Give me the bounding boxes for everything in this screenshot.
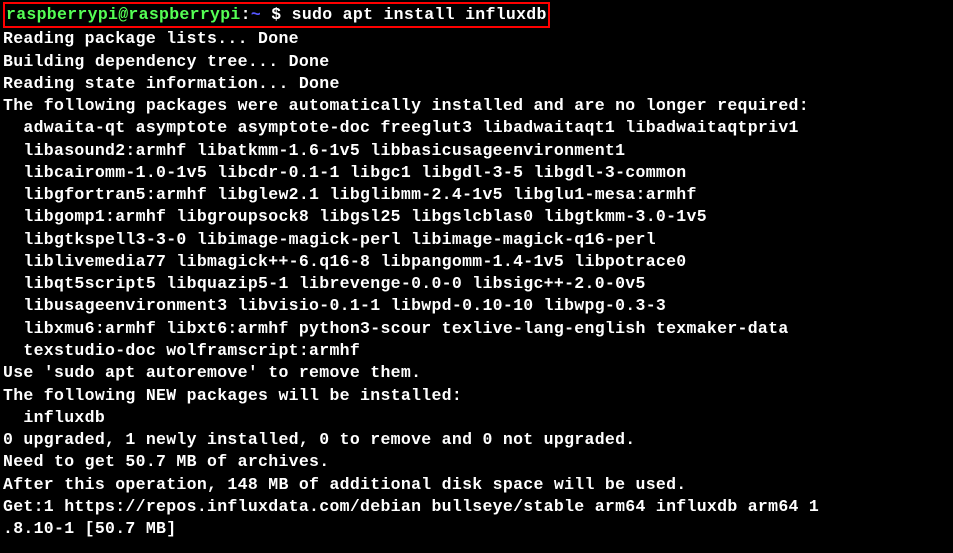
prompt-user-host: raspberrypi@raspberrypi xyxy=(6,5,241,24)
output-line: influxdb xyxy=(3,407,950,429)
output-line: libgtkspell3-3-0 libimage-magick-perl li… xyxy=(3,229,950,251)
output-line: libusageenvironment3 libvisio-0.1-1 libw… xyxy=(3,295,950,317)
output-line: libxmu6:armhf libxt6:armhf python3-scour… xyxy=(3,318,950,340)
output-line: libcairomm-1.0-1v5 libcdr-0.1-1 libgc1 l… xyxy=(3,162,950,184)
output-line: Get:1 https://repos.influxdata.com/debia… xyxy=(3,496,950,518)
output-line: texstudio-doc wolframscript:armhf xyxy=(3,340,950,362)
prompt-dollar: $ xyxy=(261,5,292,24)
output-line: adwaita-qt asymptote asymptote-doc freeg… xyxy=(3,117,950,139)
output-line: The following packages were automaticall… xyxy=(3,95,950,117)
terminal-prompt[interactable]: raspberrypi@raspberrypi:~ $ sudo apt ins… xyxy=(3,2,550,28)
output-line: libasound2:armhf libatkmm-1.6-1v5 libbas… xyxy=(3,140,950,162)
output-line: 0 upgraded, 1 newly installed, 0 to remo… xyxy=(3,429,950,451)
output-line: The following NEW packages will be insta… xyxy=(3,385,950,407)
output-line: libgfortran5:armhf libglew2.1 libglibmm-… xyxy=(3,184,950,206)
prompt-path: ~ xyxy=(251,5,261,24)
output-line: Reading package lists... Done xyxy=(3,28,950,50)
output-line: .8.10-1 [50.7 MB] xyxy=(3,518,950,540)
output-line: Building dependency tree... Done xyxy=(3,51,950,73)
output-line: liblivemedia77 libmagick++-6.q16-8 libpa… xyxy=(3,251,950,273)
output-line: libqt5script5 libquazip5-1 librevenge-0.… xyxy=(3,273,950,295)
output-line: libgomp1:armhf libgroupsock8 libgsl25 li… xyxy=(3,206,950,228)
output-line: After this operation, 148 MB of addition… xyxy=(3,474,950,496)
output-line: Need to get 50.7 MB of archives. xyxy=(3,451,950,473)
output-line: Use 'sudo apt autoremove' to remove them… xyxy=(3,362,950,384)
command-text: sudo apt install influxdb xyxy=(292,5,547,24)
prompt-colon: : xyxy=(241,5,251,24)
output-line: Reading state information... Done xyxy=(3,73,950,95)
